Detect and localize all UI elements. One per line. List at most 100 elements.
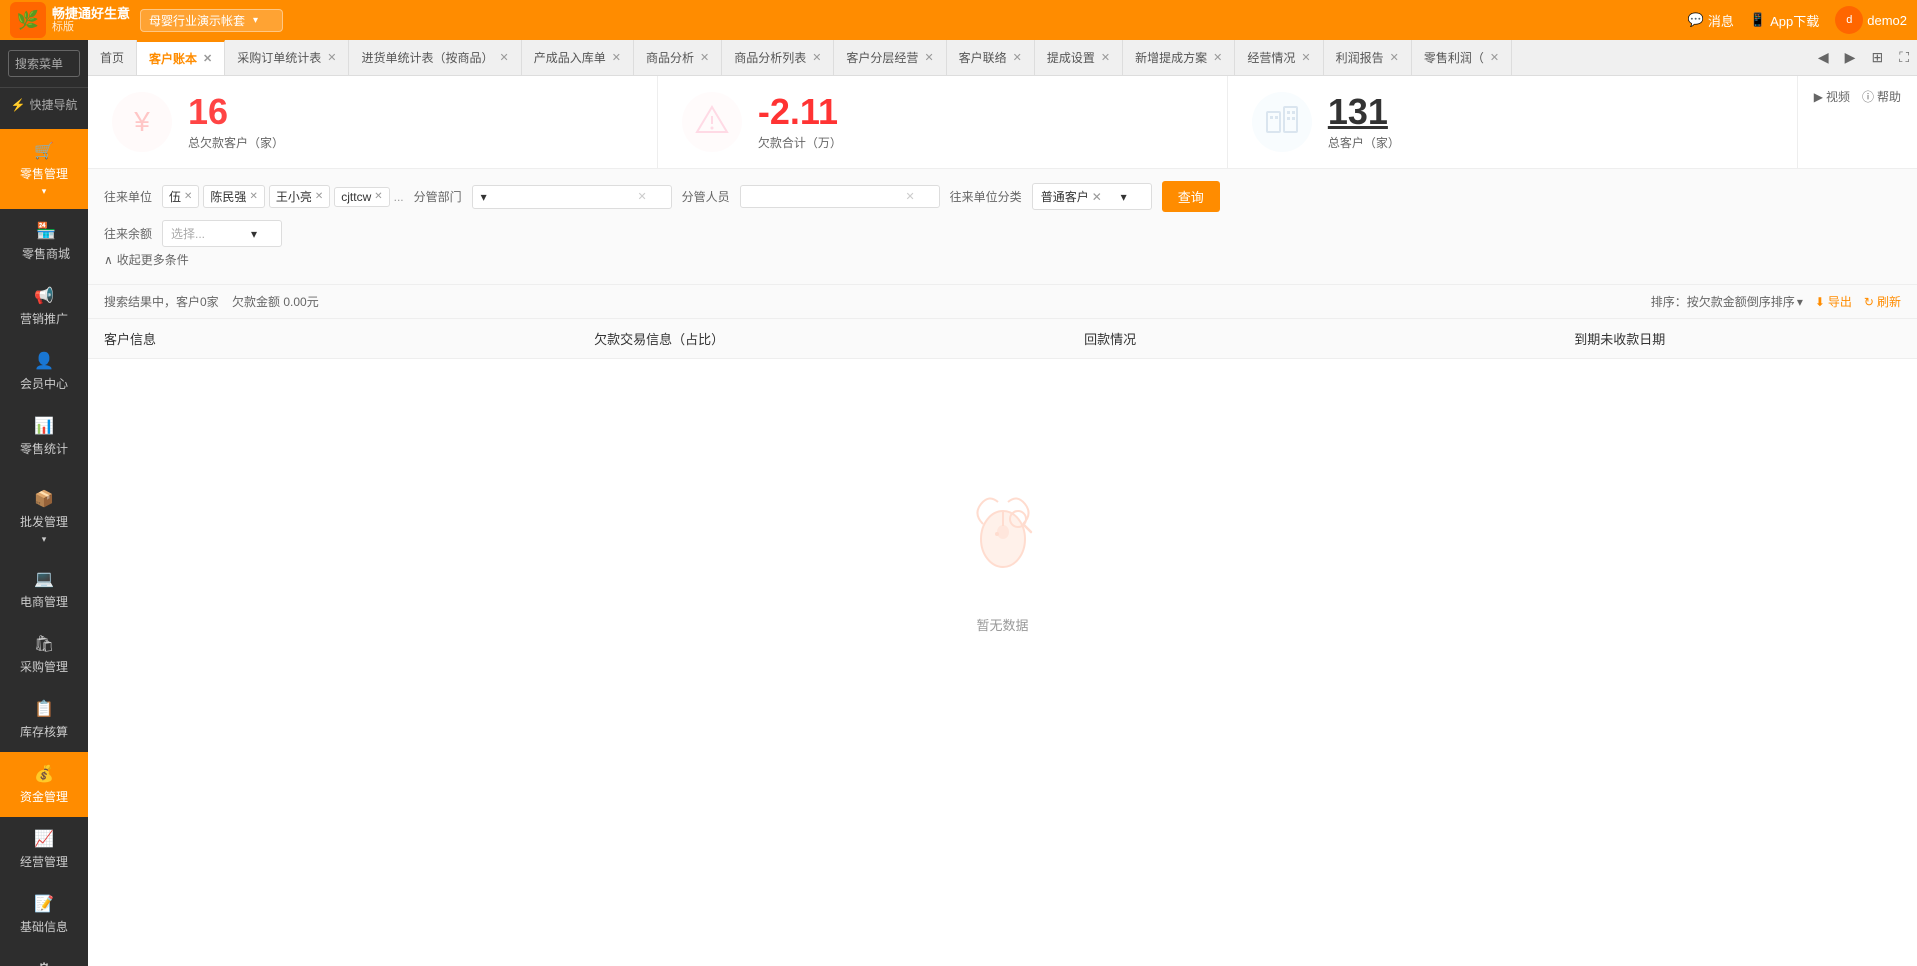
sort-button[interactable]: 排序：按欠款金额倒序排序 ▾ [1651,293,1803,310]
collapse-arrow-icon: ∧ [104,253,113,267]
query-button[interactable]: 查询 [1162,181,1220,212]
filter-area: 往来单位 伍 ✕ 陈民强 ✕ 王小亮 [88,169,1917,285]
sidebar-item-member-center[interactable]: 👤 会员中心 [0,339,88,404]
logo-icon: 🌿 [10,2,46,38]
unit-tag-wu-close[interactable]: ✕ [184,191,192,202]
person-clear-icon[interactable]: ✕ [905,190,914,203]
sidebar-item-purchase-mgmt[interactable]: 🛍 采购管理 [0,622,88,687]
tab-close-commission-settings[interactable]: ✕ [1101,51,1110,64]
sidebar-item-retail-mgmt[interactable]: 🛒 零售管理 ▾ [0,129,88,209]
tab-product-inbound[interactable]: 产成品入库单 ✕ [522,40,634,75]
download-icon: 📱 [1750,12,1766,28]
system-icon: ⚙ [37,959,51,966]
stat-icon-clients [1252,92,1312,152]
debt-amount-text: 欠款金额 0.00元 [232,295,319,309]
tab-purchase-order[interactable]: 采购订单统计表 ✕ [225,40,349,75]
category-select[interactable]: 普通客户 ✕ ▾ [1032,183,1152,210]
help-icon: ⓘ [1862,88,1874,105]
tab-business-status[interactable]: 经营情况 ✕ [1235,40,1323,75]
unit-tag-chen: 陈民强 ✕ [203,185,264,208]
retail-mgmt-arrow-icon: ▾ [42,186,47,197]
tab-customer-tier[interactable]: 客户分层经营 ✕ [834,40,946,75]
export-button[interactable]: ⬇ 导出 [1815,293,1852,310]
tab-bar: 首页 客户账本 ✕ 采购订单统计表 ✕ 进货单统计表（按商品） ✕ 产成品入库单… [88,40,1917,76]
video-help-btn[interactable]: ▶ 视频 [1814,88,1850,105]
tab-next-btn[interactable]: ▶ [1837,40,1864,75]
sidebar-item-retail-mall[interactable]: 🏪 零售商城 [0,209,88,274]
tab-customer-account[interactable]: 客户账本 ✕ [137,40,225,75]
balance-placeholder: 选择... [171,225,205,242]
dept-select[interactable]: ▾ ✕ [472,185,672,209]
refresh-button[interactable]: ↻ 刷新 [1864,293,1901,310]
message-btn[interactable]: 💬 消息 [1688,11,1734,30]
member-center-icon: 👤 [34,351,54,371]
tab-close-profit-report[interactable]: ✕ [1390,51,1399,64]
tab-close-retail-profit[interactable]: ✕ [1490,51,1499,64]
app-download-btn[interactable]: 📱 App下载 [1750,11,1819,30]
tab-prev-btn[interactable]: ◀ [1810,40,1837,75]
sidebar-item-ecommerce[interactable]: 💻 电商管理 [0,557,88,622]
refresh-icon: ↻ [1864,295,1874,309]
tab-retail-profit[interactable]: 零售利润（ ✕ [1412,40,1512,75]
stat-value-clients: 131 [1328,94,1400,130]
sidebar-item-system-mgmt[interactable]: ⚙ 系统管理 [0,947,88,966]
unit-tag-wu: 伍 ✕ [162,185,199,208]
dept-clear-icon[interactable]: ✕ [637,190,646,203]
user-avatar[interactable]: d demo2 [1835,6,1907,34]
quick-nav-icon: ⚡ [11,98,26,112]
tab-goods-analysis[interactable]: 商品分析 ✕ [634,40,722,75]
dept-filter-label: 分管部门 [414,188,462,205]
sidebar-item-retail-stats[interactable]: 📊 零售统计 [0,404,88,469]
tab-close-product-inbound[interactable]: ✕ [612,51,621,64]
table-body: 暂无数据 [88,359,1917,759]
table-header: 客户信息 欠款交易信息（占比） 回款情况 到期未收款日期 [88,319,1917,359]
tab-close-customer-account[interactable]: ✕ [203,52,212,65]
tab-actions: ◀ ▶ ⊞ ⛶ [1810,40,1917,75]
tab-commission-settings[interactable]: 提成设置 ✕ [1035,40,1123,75]
sidebar-item-marketing[interactable]: 📢 营销推广 [0,274,88,339]
tab-close-customer-contact[interactable]: ✕ [1013,51,1022,64]
sidebar-item-ops-mgmt[interactable]: 📈 经营管理 [0,817,88,882]
tab-home[interactable]: 首页 [88,40,137,75]
tab-inbound-stats[interactable]: 进货单统计表（按商品） ✕ [349,40,521,75]
help-actions: ▶ 视频 ⓘ 帮助 [1798,76,1917,168]
category-tag-close[interactable]: ✕ [1092,190,1102,204]
logo-text: 畅捷通好生意 [52,6,130,22]
tab-close-new-commission[interactable]: ✕ [1213,51,1222,64]
help-btn[interactable]: ⓘ 帮助 [1862,88,1901,105]
tab-close-goods-analysis-list[interactable]: ✕ [812,51,821,64]
tab-fullscreen-btn[interactable]: ⛶ [1891,40,1917,75]
sidebar-item-wholesale-mgmt[interactable]: 📦 批发管理 ▾ [0,477,88,557]
stat-label-debt: 欠款合计（万） [758,134,842,151]
video-icon: ▶ [1814,90,1823,104]
sidebar-item-inventory-check[interactable]: 📋 库存核算 [0,687,88,752]
tab-new-commission[interactable]: 新增提成方案 ✕ [1123,40,1235,75]
unit-tag-cjttcw-close[interactable]: ✕ [374,191,382,202]
tab-profit-report[interactable]: 利润报告 ✕ [1324,40,1412,75]
unit-filter-more[interactable]: ... [394,190,404,204]
tab-close-goods-analysis[interactable]: ✕ [700,51,709,64]
search-menu-button[interactable]: 搜索菜单 [8,50,80,77]
balance-select[interactable]: 选择... ▾ [162,220,282,247]
collapse-filter-btn[interactable]: ∧ 收起更多条件 [104,251,1901,268]
person-select[interactable]: ✕ [740,185,940,208]
logo-area: 🌿 畅捷通好生意 标版 [10,2,130,38]
tab-customer-contact[interactable]: 客户联络 ✕ [947,40,1035,75]
unit-tag-wang-close[interactable]: ✕ [315,191,323,202]
tab-goods-analysis-list[interactable]: 商品分析列表 ✕ [722,40,834,75]
logo-sub: 标版 [52,21,130,34]
tab-expand-btn[interactable]: ⊞ [1863,40,1891,75]
tab-close-purchase-order[interactable]: ✕ [327,51,336,64]
tab-close-inbound-stats[interactable]: ✕ [500,51,509,64]
ops-icon: 📈 [34,829,54,849]
wholesale-arrow-icon: ▾ [42,534,47,545]
unit-tag-chen-close[interactable]: ✕ [249,191,257,202]
tab-close-customer-tier[interactable]: ✕ [924,51,933,64]
account-selector[interactable]: 母婴行业演示帐套 ▾ [140,9,283,32]
retail-mgmt-icon: 🛒 [34,141,54,161]
tab-close-business-status[interactable]: ✕ [1301,51,1310,64]
sidebar-item-basic-info[interactable]: 📝 基础信息 [0,882,88,947]
quick-nav-button[interactable]: ⚡ 快捷导航 [0,88,88,121]
sidebar-item-finance-mgmt[interactable]: 💰 资金管理 [0,752,88,817]
stat-value-debt: -2.11 [758,94,842,130]
